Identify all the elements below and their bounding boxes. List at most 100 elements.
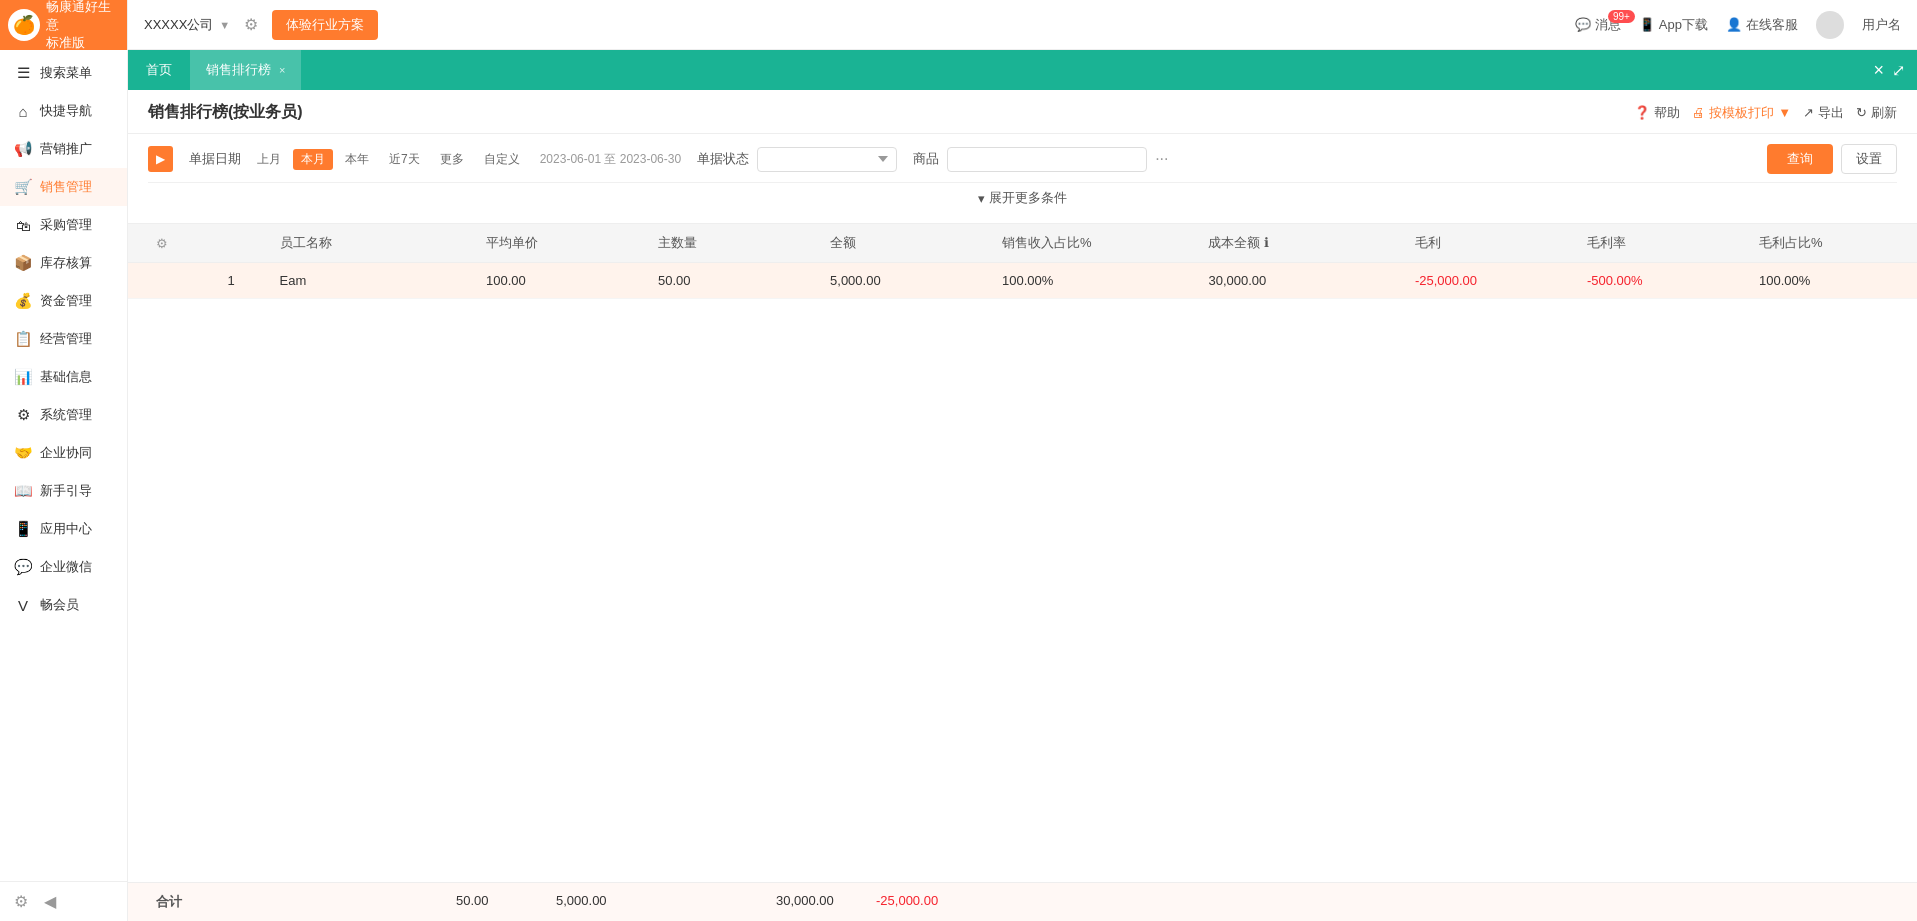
sidebar-item-membership[interactable]: V畅会员	[0, 586, 127, 624]
sidebar-item-system[interactable]: ⚙系统管理	[0, 396, 127, 434]
sidebar-item-basic-info[interactable]: 📊基础信息	[0, 358, 127, 396]
search-icon: ☰	[14, 64, 32, 82]
col-header-amount: 全额	[816, 224, 988, 263]
chevron-down-icon: ▼	[219, 19, 230, 31]
footer-avg-price	[342, 893, 442, 911]
message-icon: 💬	[1575, 17, 1591, 32]
expand-arrow[interactable]: ▶	[148, 146, 173, 172]
help-button[interactable]: ❓ 帮助	[1634, 104, 1680, 122]
cell-rank: 1	[197, 263, 266, 299]
sidebar-item-inventory[interactable]: 📦库存核算	[0, 244, 127, 282]
tab-sales-ranking[interactable]: 销售排行榜 ×	[190, 50, 301, 90]
date-range: 2023-06-01 至 2023-06-30	[540, 151, 681, 168]
sidebar-item-finance[interactable]: 💰资金管理	[0, 282, 127, 320]
footer-label: 合计	[142, 893, 222, 911]
purchase-icon: 🛍	[14, 217, 32, 234]
filter-row-1: ▶ 单据日期 上月本月本年近7天更多自定义 2023-06-01 至 2023-…	[148, 144, 1897, 174]
filter-date-group: 单据日期 上月本月本年近7天更多自定义 2023-06-01 至 2023-06…	[189, 149, 681, 170]
cell-profit: -25,000.00	[1401, 263, 1573, 299]
footer-name	[222, 893, 342, 911]
cell-main_qty: 50.00	[644, 263, 816, 299]
col-header-avg_price: 平均单价	[472, 224, 644, 263]
quick-nav-icon: ⌂	[14, 103, 32, 120]
ellipsis-icon[interactable]: ···	[1155, 150, 1168, 168]
sidebar: 🍊 畅康通好生意 标准版 ☰搜索菜单⌂快捷导航📢营销推广🛒销售管理🛍采购管理📦库…	[0, 0, 128, 921]
service-icon: 👤	[1726, 17, 1742, 32]
refresh-button[interactable]: ↻ 刷新	[1856, 104, 1897, 122]
tab-close-icon[interactable]: ×	[279, 64, 285, 76]
footer-sales-pct	[642, 893, 762, 911]
query-button[interactable]: 查询	[1767, 144, 1833, 174]
beginner-guide-icon: 📖	[14, 482, 32, 500]
app-download-button[interactable]: 📱 App下载	[1639, 16, 1708, 34]
table-header: ⚙员工名称平均单价主数量全额销售收入占比%成本全额 ℹ毛利毛利率毛利占比%	[128, 224, 1917, 263]
logo-area: 🍊 畅康通好生意 标准版	[0, 0, 127, 50]
settings-icon[interactable]: ⚙	[14, 892, 28, 911]
col-header-profit_rate: 毛利率	[1573, 224, 1745, 263]
sidebar-item-operations[interactable]: 📋经营管理	[0, 320, 127, 358]
table-footer: 合计 50.00 5,000.00 30,000.00 -25,000.00	[128, 882, 1917, 921]
col-header-settings[interactable]: ⚙	[128, 224, 197, 263]
settings-button[interactable]: 设置	[1841, 144, 1897, 174]
maximize-icon[interactable]: ⤢	[1892, 61, 1905, 80]
status-label: 单据状态	[697, 150, 749, 168]
status-select[interactable]	[757, 147, 897, 172]
sidebar-item-marketing[interactable]: 📢营销推广	[0, 130, 127, 168]
collapse-icon[interactable]: ◀	[44, 892, 56, 911]
sidebar-item-quick-nav[interactable]: ⌂快捷导航	[0, 92, 127, 130]
sidebar-item-search[interactable]: ☰搜索菜单	[0, 54, 127, 92]
col-header-profit: 毛利	[1401, 224, 1573, 263]
footer-profit: -25,000.00	[862, 893, 962, 911]
sidebar-item-beginner-guide[interactable]: 📖新手引导	[0, 472, 127, 510]
export-button[interactable]: ↗ 导出	[1803, 104, 1844, 122]
sidebar-nav: ☰搜索菜单⌂快捷导航📢营销推广🛒销售管理🛍采购管理📦库存核算💰资金管理📋经营管理…	[0, 50, 127, 881]
print-icon: 🖨	[1692, 105, 1705, 120]
tabbar: 首页 销售排行榜 × × ⤢	[128, 50, 1917, 90]
expand-more-button[interactable]: ▾ 展开更多条件	[148, 182, 1897, 213]
col-header-profit_pct: 毛利占比%	[1745, 224, 1917, 263]
avatar[interactable]	[1816, 11, 1844, 39]
sidebar-item-enterprise-collab[interactable]: 🤝企业协同	[0, 434, 127, 472]
print-chevron-icon: ▼	[1778, 105, 1791, 120]
online-service-button[interactable]: 👤 在线客服	[1726, 16, 1798, 34]
cell-profit_rate: -500.00%	[1573, 263, 1745, 299]
page-actions: ❓ 帮助 🖨 按模板打印 ▼ ↗ 导出 ↻ 刷新	[1634, 104, 1897, 122]
date-tab-1[interactable]: 本月	[293, 149, 333, 170]
sidebar-item-wechat[interactable]: 💬企业微信	[0, 548, 127, 586]
date-tab-0[interactable]: 上月	[249, 149, 289, 170]
sales-icon: 🛒	[14, 178, 32, 196]
col-header-cost: 成本全额 ℹ	[1194, 224, 1400, 263]
gear-icon[interactable]: ⚙	[244, 15, 258, 34]
tab-right-actions: × ⤢	[1873, 60, 1917, 81]
table-row: 1Eam100.0050.005,000.00100.00%30,000.00-…	[128, 263, 1917, 299]
operations-icon: 📋	[14, 330, 32, 348]
cell-avg_price: 100.00	[472, 263, 644, 299]
table-container: ⚙员工名称平均单价主数量全额销售收入占比%成本全额 ℹ毛利毛利率毛利占比% 1E…	[128, 224, 1917, 882]
sidebar-item-purchase[interactable]: 🛍采购管理	[0, 206, 127, 244]
page-title: 销售排行榜(按业务员)	[148, 102, 303, 123]
inventory-icon: 📦	[14, 254, 32, 272]
date-tab-5[interactable]: 自定义	[476, 149, 528, 170]
goods-label: 商品	[913, 150, 939, 168]
sidebar-item-sales[interactable]: 🛒销售管理	[0, 168, 127, 206]
marketing-icon: 📢	[14, 140, 32, 158]
cell-sales_pct: 100.00%	[988, 263, 1194, 299]
message-button[interactable]: 💬 消息 99+	[1575, 16, 1621, 34]
footer-main-qty: 50.00	[442, 893, 542, 911]
date-tab-4[interactable]: 更多	[432, 149, 472, 170]
sidebar-item-app-center[interactable]: 📱应用中心	[0, 510, 127, 548]
trial-button[interactable]: 体验行业方案	[272, 10, 378, 40]
close-window-icon[interactable]: ×	[1873, 60, 1884, 81]
wechat-icon: 💬	[14, 558, 32, 576]
col-header-main_qty: 主数量	[644, 224, 816, 263]
company-select[interactable]: XXXXX公司 ▼	[144, 16, 230, 34]
tab-home[interactable]: 首页	[128, 50, 190, 90]
goods-input[interactable]	[947, 147, 1147, 172]
refresh-icon: ↻	[1856, 105, 1867, 120]
page-title-row: 销售排行榜(按业务员) ❓ 帮助 🖨 按模板打印 ▼ ↗ 导出	[148, 102, 1897, 133]
cell-name: Eam	[266, 263, 472, 299]
date-tab-3[interactable]: 近7天	[381, 149, 428, 170]
date-tabs: 上月本月本年近7天更多自定义	[249, 149, 528, 170]
date-tab-2[interactable]: 本年	[337, 149, 377, 170]
print-button[interactable]: 🖨 按模板打印 ▼	[1692, 104, 1791, 122]
